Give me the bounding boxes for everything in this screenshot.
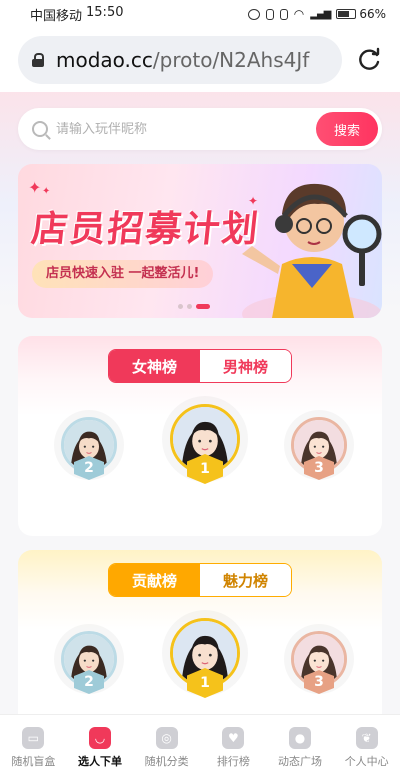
status-bar: 中国移动 15:50 ◠ ▂▄▆ 66%: [0, 0, 400, 28]
lock-icon: [32, 53, 44, 67]
tab-god[interactable]: 男神榜: [200, 350, 291, 382]
status-left: 中国移动 15:50: [30, 5, 123, 24]
url-text[interactable]: modao.cc/proto/N2Ahs4Jf: [56, 48, 309, 72]
bluetooth-icon: [265, 8, 274, 20]
reload-icon: [359, 47, 380, 70]
address-bar[interactable]: modao.cc/proto/N2Ahs4Jf: [18, 36, 342, 84]
tab-goddess[interactable]: 女神榜: [109, 350, 200, 382]
carousel-dot[interactable]: [178, 304, 183, 309]
carousel-dot[interactable]: [196, 304, 210, 309]
ranking-tabs: 贡献榜 魅力榜: [108, 563, 292, 597]
nav-item-5[interactable]: ❦ 个人中心: [333, 715, 400, 780]
rank-3-entry[interactable]: 3: [284, 410, 354, 480]
banner-title: 店员招募计划: [29, 209, 262, 250]
rank-1-entry[interactable]: 1: [162, 396, 248, 484]
sparkle-icon: ✦: [42, 186, 51, 197]
nav-label: 选人下单: [78, 754, 122, 768]
tab-charm[interactable]: 魅力榜: [200, 564, 291, 596]
nav-label: 随机分类: [144, 754, 189, 768]
rank-number: 3: [314, 674, 324, 690]
status-right: ◠ ▂▄▆ 66%: [247, 7, 386, 21]
bag-icon: ◡: [89, 726, 111, 749]
battery-fill: [338, 11, 349, 17]
bottom-navigation: ▭ 随机盲盒 ◡ 选人下单 ◎ 随机分类 ♥ 排行榜 ● 动态广场 ❦ 个人中心: [0, 714, 400, 780]
page-content: 搜索 ✦ ✦ ✦ 店员招募计划 店员快速入驻 一起整活儿! 女神榜 男神榜: [0, 92, 400, 714]
url-host: modao.cc: [56, 48, 153, 72]
leaf-icon: ❦: [355, 726, 378, 749]
rank-1-entry[interactable]: 1: [162, 610, 248, 698]
search-button[interactable]: 搜索: [316, 112, 378, 146]
battery-icon: 66%: [336, 7, 386, 21]
contribution-ranking-card: 贡献榜 魅力榜 2 1 3: [18, 550, 382, 714]
nav-item-3[interactable]: ♥ 排行榜: [200, 715, 267, 780]
alarm-icon: [247, 8, 260, 20]
podium: 2 1 3: [18, 610, 382, 714]
battery-level: 66%: [359, 7, 386, 21]
ranking-tabs: 女神榜 男神榜: [108, 349, 292, 383]
carrier-label: 中国移动: [30, 8, 83, 24]
carousel-dots: [178, 304, 210, 309]
heart-icon: ♥: [222, 726, 245, 749]
disc-icon: ◎: [155, 726, 178, 749]
tab-contribution[interactable]: 贡献榜: [109, 564, 200, 596]
nav-label: 动态广场: [278, 754, 323, 768]
nav-label: 随机盲盒: [11, 754, 56, 768]
rank-2-entry[interactable]: 2: [54, 410, 124, 480]
goddess-ranking-card: 女神榜 男神榜 2 1 3: [18, 336, 382, 536]
clock: 15:50: [86, 4, 124, 20]
sparkle-icon: ✦: [28, 178, 42, 197]
promo-banner[interactable]: ✦ ✦ ✦ 店员招募计划 店员快速入驻 一起整活儿!: [18, 164, 382, 318]
box-icon: ▭: [22, 726, 45, 749]
nav-item-4[interactable]: ● 动态广场: [267, 715, 334, 780]
vibrate-icon: [279, 8, 288, 20]
nav-item-0[interactable]: ▭ 随机盲盒: [0, 715, 67, 780]
signal-icon: ▂▄▆: [310, 8, 331, 20]
nav-label: 个人中心: [344, 754, 389, 768]
carousel-dot[interactable]: [187, 304, 192, 309]
rank-number: 2: [84, 460, 94, 476]
search-bar: 搜索: [18, 108, 382, 150]
rank-number: 2: [84, 674, 94, 690]
rank-number: 1: [200, 461, 210, 477]
search-icon: [32, 121, 48, 137]
rank-2-entry[interactable]: 2: [54, 624, 124, 694]
rank-3-entry[interactable]: 3: [284, 624, 354, 694]
nav-item-2[interactable]: ◎ 随机分类: [133, 715, 200, 780]
search-input[interactable]: [56, 121, 316, 137]
planet-icon: ●: [289, 726, 312, 749]
browser-toolbar: modao.cc/proto/N2Ahs4Jf: [0, 28, 400, 92]
mascot-illustration: [242, 183, 382, 318]
nav-label: 排行榜: [216, 754, 250, 768]
podium: 2 1 3: [18, 396, 382, 536]
nav-item-1[interactable]: ◡ 选人下单: [67, 715, 134, 780]
rank-number: 1: [200, 675, 210, 691]
rank-number: 3: [314, 460, 324, 476]
reload-button[interactable]: [352, 42, 388, 78]
wifi-icon: ◠: [293, 7, 305, 21]
banner-subtitle: 店员快速入驻 一起整活儿!: [32, 260, 214, 288]
url-path: /proto/N2Ahs4Jf: [152, 48, 310, 72]
